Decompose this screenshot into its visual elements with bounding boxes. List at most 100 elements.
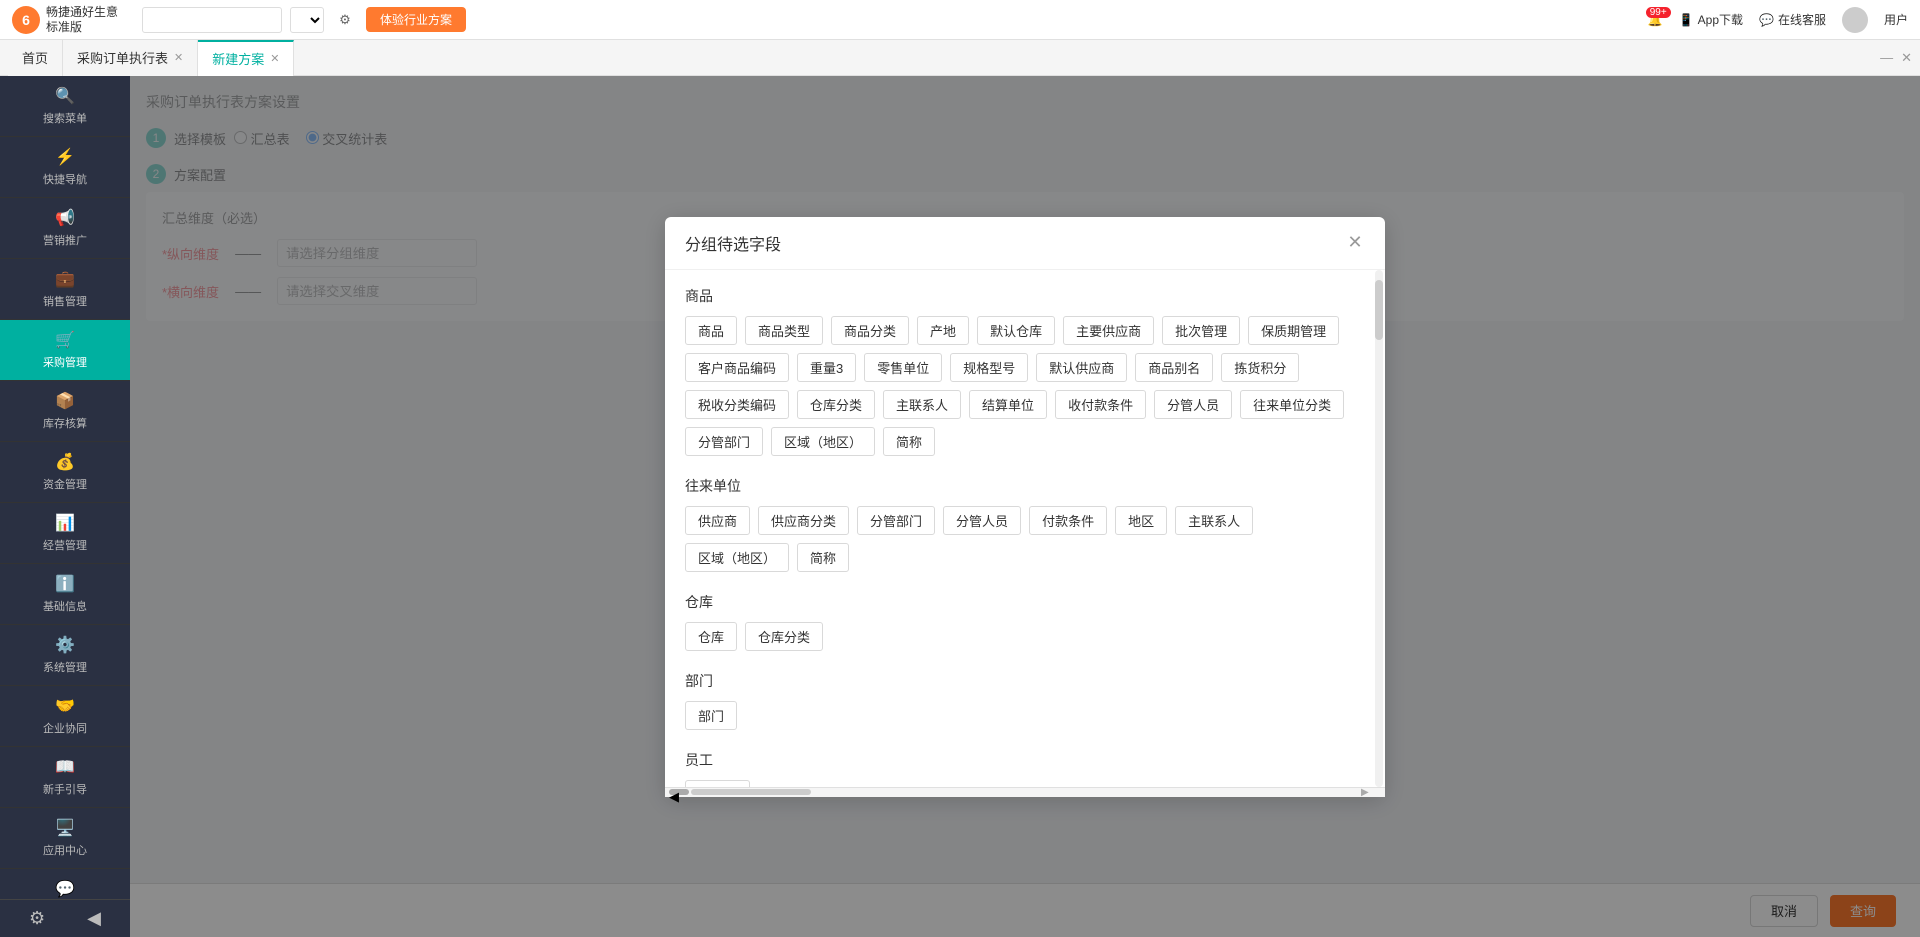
field-tag-region-cp[interactable]: 区域（地区） — [685, 543, 789, 572]
field-group-warehouse-title: 仓库 — [685, 592, 1365, 612]
sidebar-item-operation[interactable]: 📊 经营管理 — [0, 503, 130, 564]
tab-purchase-label: 采购订单执行表 — [77, 48, 168, 67]
field-tag-dept-mgmt[interactable]: 分管部门 — [685, 427, 763, 456]
field-tag-tax-code[interactable]: 税收分类编码 — [685, 390, 789, 419]
field-tag-supplier-cat[interactable]: 供应商分类 — [758, 506, 849, 535]
tab-purchase-exec[interactable]: 采购订单执行表 ✕ — [63, 40, 198, 76]
field-tag-product-category[interactable]: 商品分类 — [831, 316, 909, 345]
sidebar-item-marketing[interactable]: 📢 营销推广 — [0, 198, 130, 259]
field-tag-retail-unit[interactable]: 零售单位 — [864, 353, 942, 382]
tab-minimize-icon[interactable]: — — [1880, 50, 1893, 65]
field-tag-person[interactable]: 分管人员 — [943, 506, 1021, 535]
logo-icon: 6 — [12, 6, 40, 34]
field-tag-warehouse-cat2[interactable]: 仓库分类 — [745, 622, 823, 651]
tab-home[interactable]: 首页 — [8, 40, 63, 76]
try-plan-button[interactable]: 体验行业方案 — [366, 7, 466, 32]
sidebar-item-guide[interactable]: 📖 新手引导 — [0, 747, 130, 808]
field-selector-modal: 分组待选字段 ✕ 商品 商品 商品类型 商品分类 产地 默认仓库 — [665, 217, 1385, 797]
field-tag-salesperson[interactable]: 业务员 — [685, 780, 750, 788]
field-tag-area[interactable]: 地区 — [1115, 506, 1167, 535]
collab-icon: 🤝 — [55, 696, 75, 716]
sidebar-item-system[interactable]: ⚙️ 系统管理 — [0, 625, 130, 686]
field-tag-settle-unit[interactable]: 结算单位 — [969, 390, 1047, 419]
sidebar-item-sales[interactable]: 💼 销售管理 — [0, 259, 130, 320]
sidebar-settings-icon[interactable]: ⚙ — [29, 908, 45, 929]
field-tag-warehouse-cat[interactable]: 仓库分类 — [797, 390, 875, 419]
nav-bell-item[interactable]: 🔔 99+ — [1648, 13, 1663, 27]
online-service-item[interactable]: 💬 在线客服 — [1759, 11, 1826, 28]
field-tag-product[interactable]: 商品 — [685, 316, 737, 345]
field-tags-counterpart: 供应商 供应商分类 分管部门 分管人员 付款条件 地区 主联系人 区域（地区） … — [685, 506, 1365, 572]
field-tag-weight[interactable]: 重量3 — [797, 353, 856, 382]
tab-new-plan-close-icon[interactable]: ✕ — [270, 52, 279, 65]
field-tag-default-warehouse[interactable]: 默认仓库 — [977, 316, 1055, 345]
sidebar-collapse-icon[interactable]: ◀ — [87, 908, 101, 929]
app-download-item[interactable]: 📱 App下载 — [1679, 11, 1743, 28]
user-name: 用户 — [1884, 11, 1908, 28]
basic-icon: ℹ️ — [55, 574, 75, 594]
modal-body[interactable]: 商品 商品 商品类型 商品分类 产地 默认仓库 主要供应商 批次管理 保质期管理… — [665, 270, 1385, 788]
hscroll-right-arrow[interactable]: ▶ — [1361, 789, 1381, 795]
field-tag-default-supplier[interactable]: 默认供应商 — [1036, 353, 1127, 382]
sidebar-item-marketing-label: 营销推广 — [43, 232, 87, 248]
field-tag-product-type[interactable]: 商品类型 — [745, 316, 823, 345]
sidebar-item-basic[interactable]: ℹ️ 基础信息 — [0, 564, 130, 625]
system-icon: ⚙️ — [55, 635, 75, 655]
field-tag-expire-mgmt[interactable]: 保质期管理 — [1248, 316, 1339, 345]
tab-purchase-close-icon[interactable]: ✕ — [174, 51, 183, 64]
field-tags-warehouse: 仓库 仓库分类 — [685, 622, 1365, 651]
field-tag-product-alias[interactable]: 商品别名 — [1135, 353, 1213, 382]
avatar[interactable] — [1842, 7, 1868, 33]
field-tag-payment-terms[interactable]: 收付款条件 — [1055, 390, 1146, 419]
field-tag-counterpart-cat[interactable]: 往来单位分类 — [1240, 390, 1344, 419]
sidebar-item-finance[interactable]: 💰 资金管理 — [0, 442, 130, 503]
modal-close-button[interactable]: ✕ — [1345, 233, 1365, 253]
field-tag-supervisor[interactable]: 分管人员 — [1154, 390, 1232, 419]
field-tag-dept2[interactable]: 部门 — [685, 701, 737, 730]
field-tag-region-product[interactable]: 区域（地区） — [771, 427, 875, 456]
field-tag-pick-score[interactable]: 拣货积分 — [1221, 353, 1299, 382]
field-group-dept: 部门 部门 — [685, 671, 1365, 730]
online-service-label: 在线客服 — [1778, 11, 1826, 28]
logo-text: 畅捷通好生意 标准版 — [46, 5, 118, 34]
field-tag-contact[interactable]: 主联系人 — [1175, 506, 1253, 535]
operation-icon: 📊 — [55, 513, 75, 533]
sidebar-item-appcenter[interactable]: 🖥️ 应用中心 — [0, 808, 130, 869]
field-tag-abbr-cp[interactable]: 简称 — [797, 543, 849, 572]
field-tag-origin[interactable]: 产地 — [917, 316, 969, 345]
sidebar-item-collab[interactable]: 🤝 企业协同 — [0, 686, 130, 747]
tab-new-plan[interactable]: 新建方案 ✕ — [198, 40, 294, 76]
sidebar-item-basic-label: 基础信息 — [43, 598, 87, 614]
field-tag-supplier[interactable]: 供应商 — [685, 506, 750, 535]
field-tag-batch-mgmt[interactable]: 批次管理 — [1162, 316, 1240, 345]
hscroll-bar[interactable] — [691, 789, 811, 795]
field-group-staff-title: 员工 — [685, 750, 1365, 770]
tab-close-all-icon[interactable]: ✕ — [1901, 50, 1912, 66]
hscroll-left-arrow[interactable]: ◀ — [669, 789, 689, 795]
service-icon: 💬 — [1759, 13, 1774, 27]
header-dropdown[interactable] — [290, 7, 324, 33]
modal-scrollbar-thumb[interactable] — [1375, 280, 1383, 340]
sidebar-item-inventory[interactable]: 📦 库存核算 — [0, 381, 130, 442]
field-tag-dept[interactable]: 分管部门 — [857, 506, 935, 535]
field-tag-main-contact[interactable]: 主联系人 — [883, 390, 961, 419]
sidebar-item-search[interactable]: 🔍 搜索菜单 — [0, 76, 130, 137]
content-area: 采购订单执行表方案设置 1 选择模板 汇总表 交叉统计表 2 方案配置 — [130, 76, 1920, 937]
field-group-dept-title: 部门 — [685, 671, 1365, 691]
field-tag-abbr-product[interactable]: 简称 — [883, 427, 935, 456]
field-group-staff: 员工 业务员 — [685, 750, 1365, 788]
sidebar-item-quick[interactable]: ⚡ 快捷导航 — [0, 137, 130, 198]
sales-icon: 💼 — [55, 269, 75, 289]
field-tag-main-supplier[interactable]: 主要供应商 — [1063, 316, 1154, 345]
tab-home-label: 首页 — [22, 48, 48, 67]
field-tag-pay-terms[interactable]: 付款条件 — [1029, 506, 1107, 535]
field-tag-warehouse[interactable]: 仓库 — [685, 622, 737, 651]
gear-icon[interactable]: ⚙ — [332, 7, 358, 33]
field-tags-product: 商品 商品类型 商品分类 产地 默认仓库 主要供应商 批次管理 保质期管理 客户… — [685, 316, 1365, 456]
sidebar-item-purchase[interactable]: 🛒 采购管理 — [0, 320, 130, 381]
main-layout: 🔍 搜索菜单 ⚡ 快捷导航 📢 营销推广 💼 销售管理 🛒 采购管理 📦 库存核… — [0, 76, 1920, 937]
field-tag-customer-code[interactable]: 客户商品编码 — [685, 353, 789, 382]
field-tag-spec-model[interactable]: 规格型号 — [950, 353, 1028, 382]
search-input[interactable] — [142, 7, 282, 33]
field-tags-dept: 部门 — [685, 701, 1365, 730]
